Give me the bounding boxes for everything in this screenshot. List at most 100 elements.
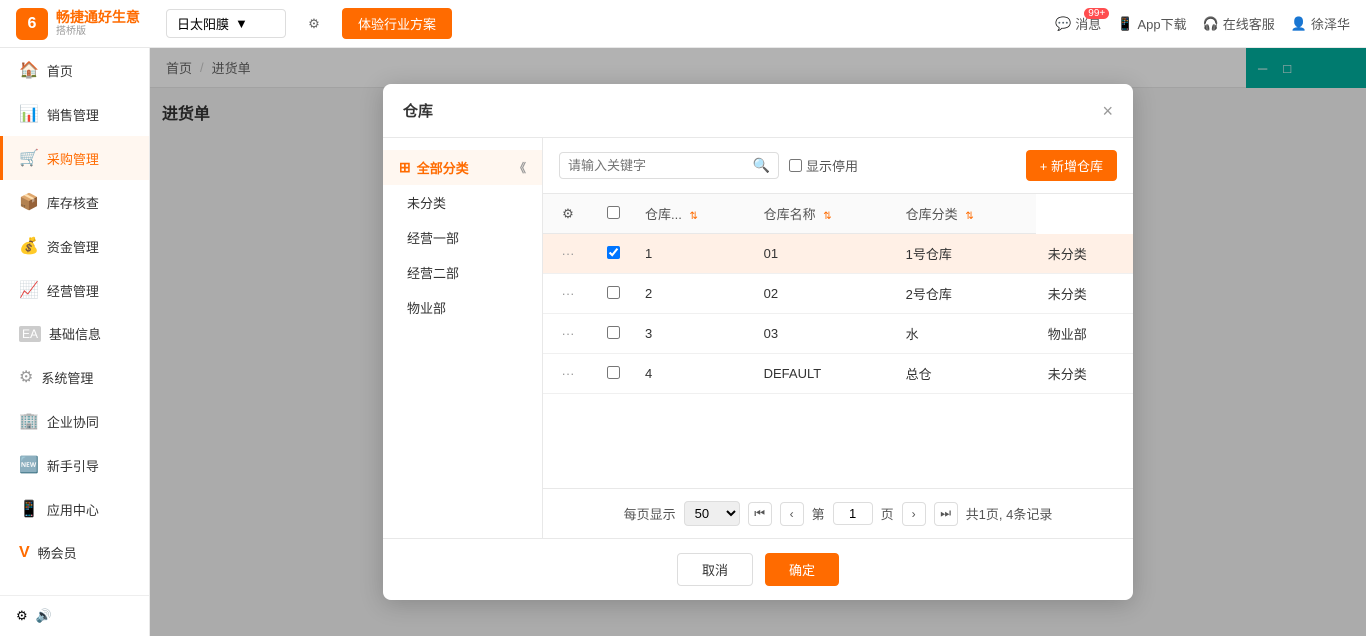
sidebar-item-sales[interactable]: 📊 销售管理 [0,92,149,136]
category-all[interactable]: ⊞ 全部分类 《 [383,150,542,185]
sidebar-item-label: 首页 [47,61,73,80]
sidebar-item-label: 经营管理 [47,281,99,300]
sidebar-item-label: 库存核查 [47,193,99,212]
sidebar-bottom[interactable]: ⚙ 🔊 [0,595,149,636]
last-page-btn[interactable]: ⏭ [934,502,958,526]
td-row-category: 未分类 [1036,274,1133,314]
table-row[interactable]: ···2022号仓库未分类 [543,274,1133,314]
td-row-number: 2 [633,274,752,314]
dialog-toolbar: 🔍 显示停用 + 新增仓库 [543,138,1133,194]
total-info: 共1页, 4条记录 [966,504,1053,523]
td-row-code: 03 [752,314,894,354]
dialog-footer: 取消 确定 [383,538,1133,600]
warehouse-dialog: 仓库 × ⊞ 全部分类 《 未分类 经营一部 经营二部 物业部 [383,84,1133,600]
row-checkbox[interactable] [607,286,620,299]
td-row-checkbox[interactable] [593,234,633,274]
td-row-checkbox[interactable] [593,314,633,354]
sidebar-item-label: 基础信息 [49,324,101,343]
sidebar-item-label: 应用中心 [47,500,99,519]
header-right: 💬 消息 99+ 📱 App下载 🎧 在线客服 👤 徐泽华 [1055,14,1350,33]
sidebar-item-system[interactable]: ⚙ 系统管理 [0,355,149,399]
cart-icon: 🛒 [19,148,39,168]
sidebar-item-inventory[interactable]: 📦 库存核查 [0,180,149,224]
category-unclassified[interactable]: 未分类 [383,185,542,220]
row-more-icon[interactable]: ··· [562,366,575,381]
next-page-btn[interactable]: › [902,502,926,526]
store-selector[interactable]: 日太阳膜 ▼ [166,9,286,38]
row-more-icon[interactable]: ··· [562,326,575,341]
sidebar-item-guide[interactable]: 🆕 新手引导 [0,443,149,487]
select-all-checkbox[interactable] [607,206,620,219]
search-icon: 🔍 [753,157,770,174]
row-more-icon[interactable]: ··· [562,286,575,301]
td-row-settings[interactable]: ··· [543,354,593,394]
dialog-close-btn[interactable]: × [1102,102,1113,120]
td-row-settings[interactable]: ··· [543,274,593,314]
td-row-category: 物业部 [1036,314,1133,354]
settings-bottom-icon: ⚙ [16,608,28,624]
sidebar-item-basic[interactable]: EA 基础信息 [0,312,149,355]
table-row[interactable]: ··· 303水物业部 [543,314,1133,354]
money-icon: 💰 [19,236,39,256]
message-btn[interactable]: 💬 消息 99+ [1055,14,1101,33]
show-disabled-label[interactable]: 显示停用 [789,156,858,175]
sidebar-item-operation[interactable]: 📈 经营管理 [0,268,149,312]
category-dept2[interactable]: 经营二部 [383,255,542,290]
page-suffix: 页 [881,504,894,523]
sidebar-item-label: 畅会员 [38,543,77,562]
show-disabled-checkbox[interactable] [789,159,802,172]
row-checkbox[interactable] [607,366,620,379]
avatar-icon: 👤 [1291,16,1307,32]
online-service-btn[interactable]: 🎧 在线客服 [1203,14,1275,33]
user-avatar[interactable]: 👤 徐泽华 [1291,14,1350,33]
th-settings: ⚙ [543,194,593,234]
td-row-settings[interactable]: ··· [543,234,593,274]
sidebar-item-member[interactable]: V 畅会员 [0,531,149,574]
row-more-icon[interactable]: ··· [562,246,575,261]
apps-icon: 📱 [19,499,39,519]
sidebar: 🏠 首页 📊 销售管理 🛒 采购管理 📦 库存核查 💰 资金管理 📈 经营管理 … [0,48,150,636]
td-row-category: 未分类 [1036,234,1133,274]
sidebar-item-finance[interactable]: 💰 资金管理 [0,224,149,268]
td-row-name: 水 [894,314,1036,354]
cancel-btn[interactable]: 取消 [677,553,753,586]
dialog-category-panel: ⊞ 全部分类 《 未分类 经营一部 经营二部 物业部 [383,138,543,538]
row-checkbox[interactable] [607,326,620,339]
first-page-btn[interactable]: ⏮ [748,502,772,526]
td-row-checkbox[interactable] [593,354,633,394]
sidebar-item-home[interactable]: 🏠 首页 [0,48,149,92]
search-input[interactable] [568,158,747,173]
page-text: 第 [812,504,825,523]
sort-name-icon: ⇅ [823,211,831,222]
td-row-number: 1 [633,234,752,274]
app-download-btn[interactable]: 📱 App下载 [1117,14,1186,33]
sidebar-item-apps[interactable]: 📱 应用中心 [0,487,149,531]
member-icon: V [19,544,30,562]
category-dept1[interactable]: 经营一部 [383,220,542,255]
td-row-checkbox[interactable] [593,274,633,314]
dialog-title: 仓库 [403,100,433,121]
page-number-input[interactable] [833,502,873,525]
sidebar-item-label: 采购管理 [47,149,99,168]
collapse-icon[interactable]: 《 [514,159,526,176]
row-checkbox[interactable] [607,246,620,259]
table-row[interactable]: ···1011号仓库未分类 [543,234,1133,274]
category-property[interactable]: 物业部 [383,290,542,325]
sort-code-icon: ⇅ [689,211,697,222]
th-checkbox [593,194,633,234]
sidebar-item-enterprise[interactable]: 🏢 企业协同 [0,399,149,443]
new-warehouse-btn[interactable]: + 新增仓库 [1026,150,1117,181]
prev-page-btn[interactable]: ‹ [780,502,804,526]
table-row[interactable]: ···4DEFAULT总仓未分类 [543,354,1133,394]
confirm-btn[interactable]: 确定 [765,553,839,586]
td-row-settings[interactable]: ··· [543,314,593,354]
td-row-code: 01 [752,234,894,274]
td-row-number: 3 [633,314,752,354]
home-icon: 🏠 [19,60,39,80]
headset-icon: 🎧 [1203,16,1219,32]
th-name: 仓库名称 ⇅ [752,194,894,234]
trial-btn[interactable]: 体验行业方案 [342,8,452,39]
settings-icon-btn[interactable]: ⚙ [298,8,330,40]
sidebar-item-purchase[interactable]: 🛒 采购管理 [0,136,149,180]
per-page-select[interactable]: 102050100 [684,501,740,526]
